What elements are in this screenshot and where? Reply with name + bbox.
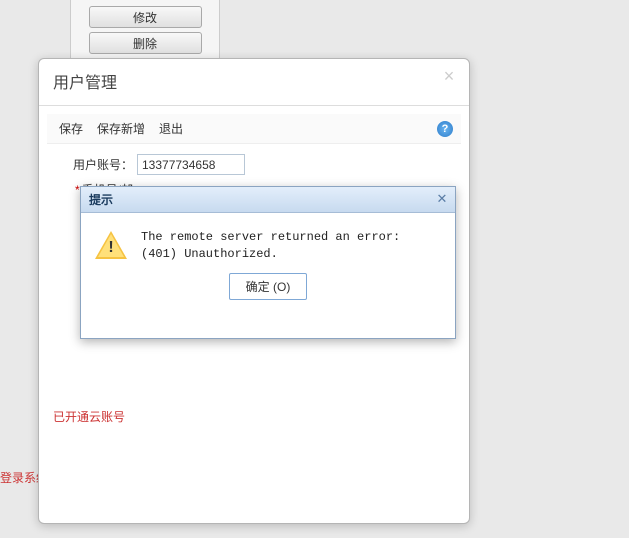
- alert-header: 提示 ✕: [81, 187, 455, 213]
- edit-button[interactable]: 修改: [89, 6, 202, 28]
- dialog-title: 用户管理: [53, 69, 455, 93]
- ok-button[interactable]: 确定 (O): [229, 273, 308, 300]
- cloud-account-link[interactable]: 已开通云账号: [53, 408, 125, 425]
- delete-button[interactable]: 删除: [89, 32, 202, 54]
- exit-button[interactable]: 退出: [159, 120, 183, 137]
- alert-message: The remote server returned an error: (40…: [141, 229, 441, 263]
- dialog-header: 用户管理 ×: [39, 59, 469, 106]
- alert-dialog: 提示 ✕ The remote server returned an error…: [80, 186, 456, 339]
- alert-close-icon[interactable]: ✕: [434, 191, 450, 207]
- save-button[interactable]: 保存: [59, 120, 83, 137]
- background-panel: 修改 删除: [70, 0, 220, 67]
- help-icon[interactable]: ?: [437, 121, 453, 137]
- toolbar: 保存 保存新增 退出 ?: [47, 114, 461, 144]
- account-input[interactable]: [137, 154, 245, 175]
- account-label: 用户账号：: [53, 156, 137, 173]
- save-new-button[interactable]: 保存新增: [97, 120, 145, 137]
- warning-icon: [95, 231, 127, 259]
- alert-title: 提示: [89, 191, 113, 208]
- alert-footer: 确定 (O): [81, 273, 455, 308]
- close-icon[interactable]: ×: [441, 69, 457, 85]
- alert-body: The remote server returned an error: (40…: [81, 213, 455, 273]
- required-marker: *: [75, 183, 80, 197]
- account-row: 用户账号：: [53, 154, 455, 175]
